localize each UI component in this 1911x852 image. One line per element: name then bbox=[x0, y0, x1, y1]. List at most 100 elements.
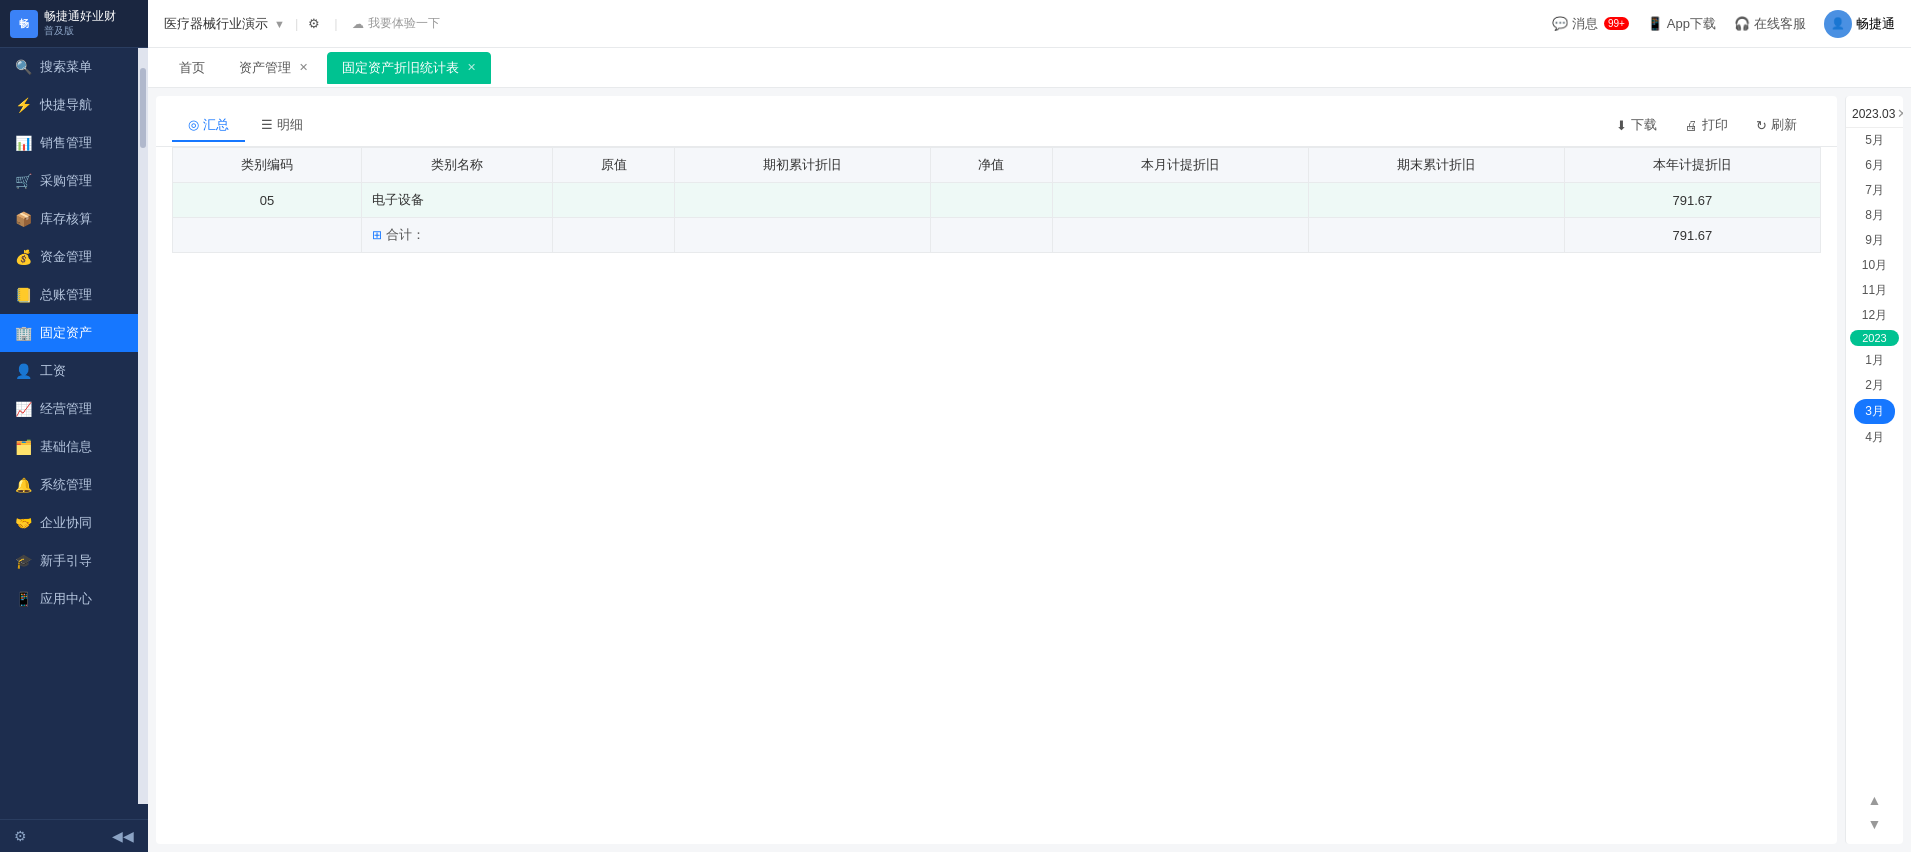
year-section-2023: 2023 1月 2月 3月 4月 bbox=[1846, 328, 1903, 450]
tab-depreciation[interactable]: 固定资产折旧统计表 ✕ bbox=[327, 52, 491, 84]
sub-tab-detail[interactable]: ☰ 明细 bbox=[245, 110, 319, 142]
month-7[interactable]: 7月 bbox=[1846, 178, 1903, 203]
message-badge: 99+ bbox=[1604, 17, 1629, 30]
subtotal-row: ⊞ 合计： 791.67 bbox=[173, 218, 1821, 253]
month-12[interactable]: 12月 bbox=[1846, 303, 1903, 328]
sidebar-item-sales[interactable]: 📊 销售管理 bbox=[0, 124, 148, 162]
avatar-icon: 👤 bbox=[1831, 17, 1845, 30]
service-icon: 🎧 bbox=[1734, 16, 1750, 31]
depreciation-table: 类别编码 类别名称 原值 期初累计折旧 净值 本月计提折旧 期末累计折旧 本年计… bbox=[172, 147, 1821, 253]
sidebar-item-purchase[interactable]: 🛒 采购管理 bbox=[0, 162, 148, 200]
tab-home[interactable]: 首页 bbox=[164, 52, 220, 84]
right-panel-title: 2023.03 bbox=[1852, 107, 1895, 121]
sidebar-item-payroll[interactable]: 👤 工资 bbox=[0, 352, 148, 390]
col-year-depr: 本年计提折旧 bbox=[1564, 148, 1820, 183]
col-initial-accum: 期初累计折旧 bbox=[674, 148, 930, 183]
message-btn[interactable]: 💬 消息 99+ bbox=[1552, 15, 1629, 33]
purchase-icon: 🛒 bbox=[14, 173, 32, 189]
row-net bbox=[931, 183, 1053, 218]
download-btn[interactable]: ⬇ 下载 bbox=[1608, 112, 1665, 138]
online-service-label: 在线客服 bbox=[1754, 15, 1806, 33]
sidebar-item-ledger[interactable]: 📒 总账管理 bbox=[0, 276, 148, 314]
subtotal-end-accum bbox=[1308, 218, 1564, 253]
sidebar-item-label: 快捷导航 bbox=[40, 96, 92, 114]
message-label: 消息 bbox=[1572, 15, 1598, 33]
sidebar-item-fixed-assets[interactable]: 🏢 固定资产 bbox=[0, 314, 148, 352]
col-end-accum: 期末累计折旧 bbox=[1308, 148, 1564, 183]
col-code: 类别编码 bbox=[173, 148, 362, 183]
company-selector[interactable]: 医疗器械行业演示 ▼ bbox=[164, 15, 285, 33]
month-2023-3[interactable]: 3月 bbox=[1854, 399, 1895, 424]
main-area: 医疗器械行业演示 ▼ | ⚙ | ☁ 我要体验一下 💬 消息 99+ 📱 App… bbox=[148, 0, 1911, 852]
month-6[interactable]: 6月 bbox=[1846, 153, 1903, 178]
subtotal-month-depr bbox=[1052, 218, 1308, 253]
sidebar-item-label: 资金管理 bbox=[40, 248, 92, 266]
fixed-assets-icon: 🏢 bbox=[14, 325, 32, 341]
online-service-btn[interactable]: 🎧 在线客服 bbox=[1734, 15, 1806, 33]
row-name: 电子设备 bbox=[361, 183, 552, 218]
topbar-divider: | bbox=[295, 16, 298, 31]
tab-depreciation-close[interactable]: ✕ bbox=[467, 61, 476, 74]
sidebar-item-search[interactable]: 🔍 搜索菜单 bbox=[0, 48, 148, 86]
download-icon: ⬇ bbox=[1616, 118, 1627, 133]
panel-nav-up[interactable]: ▲ bbox=[1864, 788, 1886, 812]
sidebar-item-inventory[interactable]: 📦 库存核算 bbox=[0, 200, 148, 238]
dropdown-icon: ▼ bbox=[274, 18, 285, 30]
month-2023-2[interactable]: 2月 bbox=[1846, 373, 1903, 398]
gear-icon: ⚙ bbox=[308, 16, 320, 31]
tab-asset-mgmt-close[interactable]: ✕ bbox=[299, 61, 308, 74]
row-code: 05 bbox=[173, 183, 362, 218]
month-5[interactable]: 5月 bbox=[1846, 128, 1903, 153]
sidebar-item-label: 应用中心 bbox=[40, 590, 92, 608]
avatar: 👤 bbox=[1824, 10, 1852, 38]
demo-btn[interactable]: ☁ 我要体验一下 bbox=[352, 15, 440, 32]
collab-icon: 🤝 bbox=[14, 515, 32, 531]
sidebar-footer: ⚙ ◀◀ bbox=[0, 819, 148, 852]
month-10[interactable]: 10月 bbox=[1846, 253, 1903, 278]
collapse-icon[interactable]: ◀◀ bbox=[112, 828, 134, 844]
sidebar-item-guide[interactable]: 🎓 新手引导 bbox=[0, 542, 148, 580]
month-2023-1[interactable]: 1月 bbox=[1846, 348, 1903, 373]
settings-gear-btn[interactable]: ⚙ bbox=[308, 16, 320, 31]
sidebar-item-collab[interactable]: 🤝 企业协同 bbox=[0, 504, 148, 542]
tab-asset-mgmt-label: 资产管理 bbox=[239, 59, 291, 77]
sidebar-item-quick-nav[interactable]: ⚡ 快捷导航 bbox=[0, 86, 148, 124]
app-download-btn[interactable]: 📱 App下载 bbox=[1647, 15, 1716, 33]
topbar-right: 💬 消息 99+ 📱 App下载 🎧 在线客服 👤 畅捷通 bbox=[1552, 10, 1895, 38]
sidebar-item-apps[interactable]: 📱 应用中心 bbox=[0, 580, 148, 618]
year-2023-label: 2023 bbox=[1850, 330, 1899, 346]
month-8[interactable]: 8月 bbox=[1846, 203, 1903, 228]
app-name: 畅捷通好业财 bbox=[44, 9, 116, 25]
tabs-bar: 首页 资产管理 ✕ 固定资产折旧统计表 ✕ bbox=[148, 48, 1911, 88]
demo-label: 我要体验一下 bbox=[368, 15, 440, 32]
print-btn[interactable]: 🖨 打印 bbox=[1677, 112, 1736, 138]
topbar: 医疗器械行业演示 ▼ | ⚙ | ☁ 我要体验一下 💬 消息 99+ 📱 App… bbox=[148, 0, 1911, 48]
topbar-divider2: | bbox=[334, 16, 337, 31]
month-9[interactable]: 9月 bbox=[1846, 228, 1903, 253]
sidebar-item-ops[interactable]: 📈 经营管理 bbox=[0, 390, 148, 428]
refresh-btn[interactable]: ↻ 刷新 bbox=[1748, 112, 1805, 138]
month-2023-4[interactable]: 4月 bbox=[1846, 425, 1903, 450]
tab-depreciation-label: 固定资产折旧统计表 bbox=[342, 59, 459, 77]
refresh-label: 刷新 bbox=[1771, 116, 1797, 134]
base-info-icon: 🗂️ bbox=[14, 439, 32, 455]
panel-nav-down[interactable]: ▼ bbox=[1864, 812, 1886, 836]
download-icon: 📱 bbox=[1647, 16, 1663, 31]
inventory-icon: 📦 bbox=[14, 211, 32, 227]
tab-asset-mgmt[interactable]: 资产管理 ✕ bbox=[224, 52, 323, 84]
sidebar-item-system[interactable]: 🔔 系统管理 bbox=[0, 466, 148, 504]
right-panel-close-btn[interactable]: ✕ bbox=[1895, 104, 1903, 123]
sidebar-item-label: 新手引导 bbox=[40, 552, 92, 570]
payroll-icon: 👤 bbox=[14, 363, 32, 379]
settings-icon[interactable]: ⚙ bbox=[14, 828, 27, 844]
row-original bbox=[553, 183, 675, 218]
subtotal-empty bbox=[173, 218, 362, 253]
subtotal-initial-accum bbox=[674, 218, 930, 253]
logo-icon: 畅 bbox=[10, 10, 38, 38]
ops-icon: 📈 bbox=[14, 401, 32, 417]
sidebar-item-label: 搜索菜单 bbox=[40, 58, 92, 76]
sidebar-item-finance[interactable]: 💰 资金管理 bbox=[0, 238, 148, 276]
month-11[interactable]: 11月 bbox=[1846, 278, 1903, 303]
sidebar-item-base-info[interactable]: 🗂️ 基础信息 bbox=[0, 428, 148, 466]
sub-tab-summary[interactable]: ◎ 汇总 bbox=[172, 110, 245, 142]
